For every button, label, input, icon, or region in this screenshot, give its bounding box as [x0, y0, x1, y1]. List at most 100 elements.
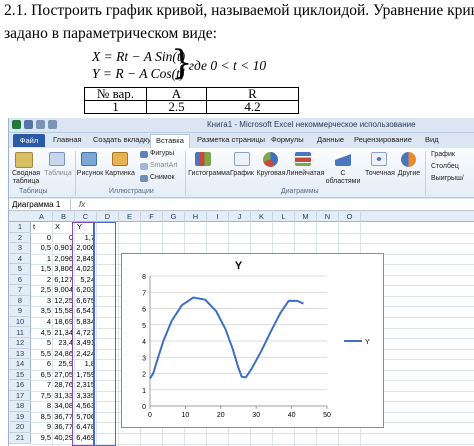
shapes-button[interactable]: Фигуры — [150, 150, 174, 157]
column-header-a[interactable]: A — [31, 212, 53, 222]
column-header-i[interactable]: I — [207, 212, 229, 222]
column-header-n[interactable]: N — [317, 212, 339, 222]
histogram-icon[interactable] — [195, 152, 211, 166]
row-header-14[interactable]: 14 — [9, 359, 31, 370]
column-header-o[interactable]: O — [339, 212, 361, 222]
sparkline-column-button[interactable]: Столбец — [431, 163, 459, 170]
row-header-13[interactable]: 13 — [9, 349, 31, 360]
table-button[interactable]: Таблица — [43, 170, 73, 177]
tab-view[interactable]: Вид — [425, 135, 439, 144]
name-box[interactable]: Диаграмма 1 — [9, 199, 71, 210]
row-header-9[interactable]: 9 — [9, 306, 31, 317]
save-icon[interactable] — [24, 120, 33, 129]
column-header-d[interactable]: D — [97, 212, 119, 222]
row-header-7[interactable]: 7 — [9, 285, 31, 296]
cell-t[interactable]: 4,5 — [31, 328, 53, 339]
smartart-button[interactable]: SmartArt — [150, 162, 178, 169]
column-header-l[interactable]: L — [273, 212, 295, 222]
column-header-c[interactable]: C — [75, 212, 97, 222]
cell-t[interactable]: 6 — [31, 359, 53, 370]
sparkline-line-button[interactable]: График — [431, 151, 455, 158]
column-header-b[interactable]: B — [53, 212, 75, 222]
histogram-button[interactable]: Гистограмма — [187, 170, 231, 177]
picture-icon[interactable] — [81, 152, 97, 166]
sparkline-winloss-button[interactable]: Выигрыш/ — [431, 175, 464, 182]
row-header-6[interactable]: 6 — [9, 275, 31, 286]
picture-button[interactable]: Рисунок — [76, 170, 104, 177]
cell-t[interactable]: 0 — [31, 233, 53, 244]
fx-icon[interactable]: fx — [79, 199, 85, 210]
row-header-19[interactable]: 19 — [9, 412, 31, 423]
tab-review[interactable]: Рецензирование — [354, 135, 412, 144]
tab-formulas[interactable]: Формулы — [271, 135, 304, 144]
cell-t[interactable]: 2,5 — [31, 285, 53, 296]
undo-icon[interactable] — [36, 120, 45, 129]
pivot-table-button[interactable]: Сводная таблица — [11, 170, 41, 186]
column-header-f[interactable]: F — [141, 212, 163, 222]
column-header-e[interactable]: E — [119, 212, 141, 222]
row-header-3[interactable]: 3 — [9, 243, 31, 254]
column-header-g[interactable]: G — [163, 212, 185, 222]
other-charts-button[interactable]: Другие — [395, 170, 423, 177]
area-chart-icon[interactable] — [335, 152, 351, 166]
shapes-icon[interactable] — [140, 151, 148, 158]
other-charts-icon[interactable] — [401, 152, 416, 167]
cell-t[interactable]: 4 — [31, 317, 53, 328]
row-header-2[interactable]: 2 — [9, 233, 31, 244]
tab-file[interactable]: Файл — [13, 134, 45, 147]
row-header-11[interactable]: 11 — [9, 328, 31, 339]
embedded-chart[interactable]: Y 0 1 2 3 4 5 6 7 8 0 10 20 30 40 50 Y — [121, 253, 384, 428]
cell-t[interactable]: 2 — [31, 275, 53, 286]
clipart-button[interactable]: Картинка — [105, 170, 135, 177]
cell-t[interactable]: 7 — [31, 380, 53, 391]
tab-insert[interactable]: Вставка — [150, 134, 190, 148]
smartart-icon[interactable] — [140, 163, 148, 170]
screenshot-button[interactable]: Снимок — [150, 174, 175, 181]
scatter-chart-icon[interactable] — [371, 152, 387, 166]
cell-t[interactable]: 8,5 — [31, 412, 53, 423]
column-header-k[interactable]: K — [251, 212, 273, 222]
column-header-m[interactable]: M — [295, 212, 317, 222]
row-header-15[interactable]: 15 — [9, 370, 31, 381]
cell-t[interactable]: 0,5 — [31, 243, 53, 254]
bar-chart-icon[interactable] — [295, 152, 311, 166]
table-icon[interactable] — [49, 152, 65, 166]
tab-page-layout[interactable]: Разметка страницы — [197, 135, 265, 144]
cell-t[interactable]: 1,5 — [31, 264, 53, 275]
tab-home[interactable]: Главная — [53, 135, 82, 144]
row-header-5[interactable]: 5 — [9, 264, 31, 275]
scatter-chart-button[interactable]: Точечная — [363, 170, 397, 177]
column-header-h[interactable]: H — [185, 212, 207, 222]
area-chart-button[interactable]: С областями — [323, 170, 363, 186]
line-chart-button[interactable]: График — [229, 170, 255, 177]
cell-t[interactable]: 3 — [31, 296, 53, 307]
line-chart-icon[interactable] — [234, 152, 250, 166]
cell-t[interactable]: 1 — [31, 254, 53, 265]
column-header-j[interactable]: J — [229, 212, 251, 222]
tab-data[interactable]: Данные — [317, 135, 344, 144]
row-header-21[interactable]: 21 — [9, 433, 31, 444]
cell-t[interactable]: 9,5 — [31, 433, 53, 444]
cell-t[interactable]: 6,5 — [31, 370, 53, 381]
cell-t[interactable]: 9 — [31, 422, 53, 433]
row-header-1[interactable]: 1 — [9, 222, 31, 233]
bar-chart-button[interactable]: Линейчатая — [286, 170, 324, 177]
redo-icon[interactable] — [48, 120, 57, 129]
row-header-12[interactable]: 12 — [9, 338, 31, 349]
pivot-table-icon[interactable] — [15, 152, 33, 168]
row-header-18[interactable]: 18 — [9, 401, 31, 412]
cell-t[interactable]: 5,5 — [31, 349, 53, 360]
tab-custom[interactable]: Создать вкладку — [93, 135, 151, 144]
row-header-10[interactable]: 10 — [9, 317, 31, 328]
row-header-20[interactable]: 20 — [9, 422, 31, 433]
cell-t[interactable]: 7,5 — [31, 391, 53, 402]
cell-a1[interactable]: t — [31, 222, 53, 233]
cell-t[interactable]: 8 — [31, 401, 53, 412]
pie-chart-icon[interactable] — [263, 152, 278, 167]
row-header-17[interactable]: 17 — [9, 391, 31, 402]
clipart-icon[interactable] — [112, 152, 128, 166]
row-header-8[interactable]: 8 — [9, 296, 31, 307]
screenshot-icon[interactable] — [140, 175, 148, 182]
pie-chart-button[interactable]: Круговая — [255, 170, 287, 177]
row-header-4[interactable]: 4 — [9, 254, 31, 265]
